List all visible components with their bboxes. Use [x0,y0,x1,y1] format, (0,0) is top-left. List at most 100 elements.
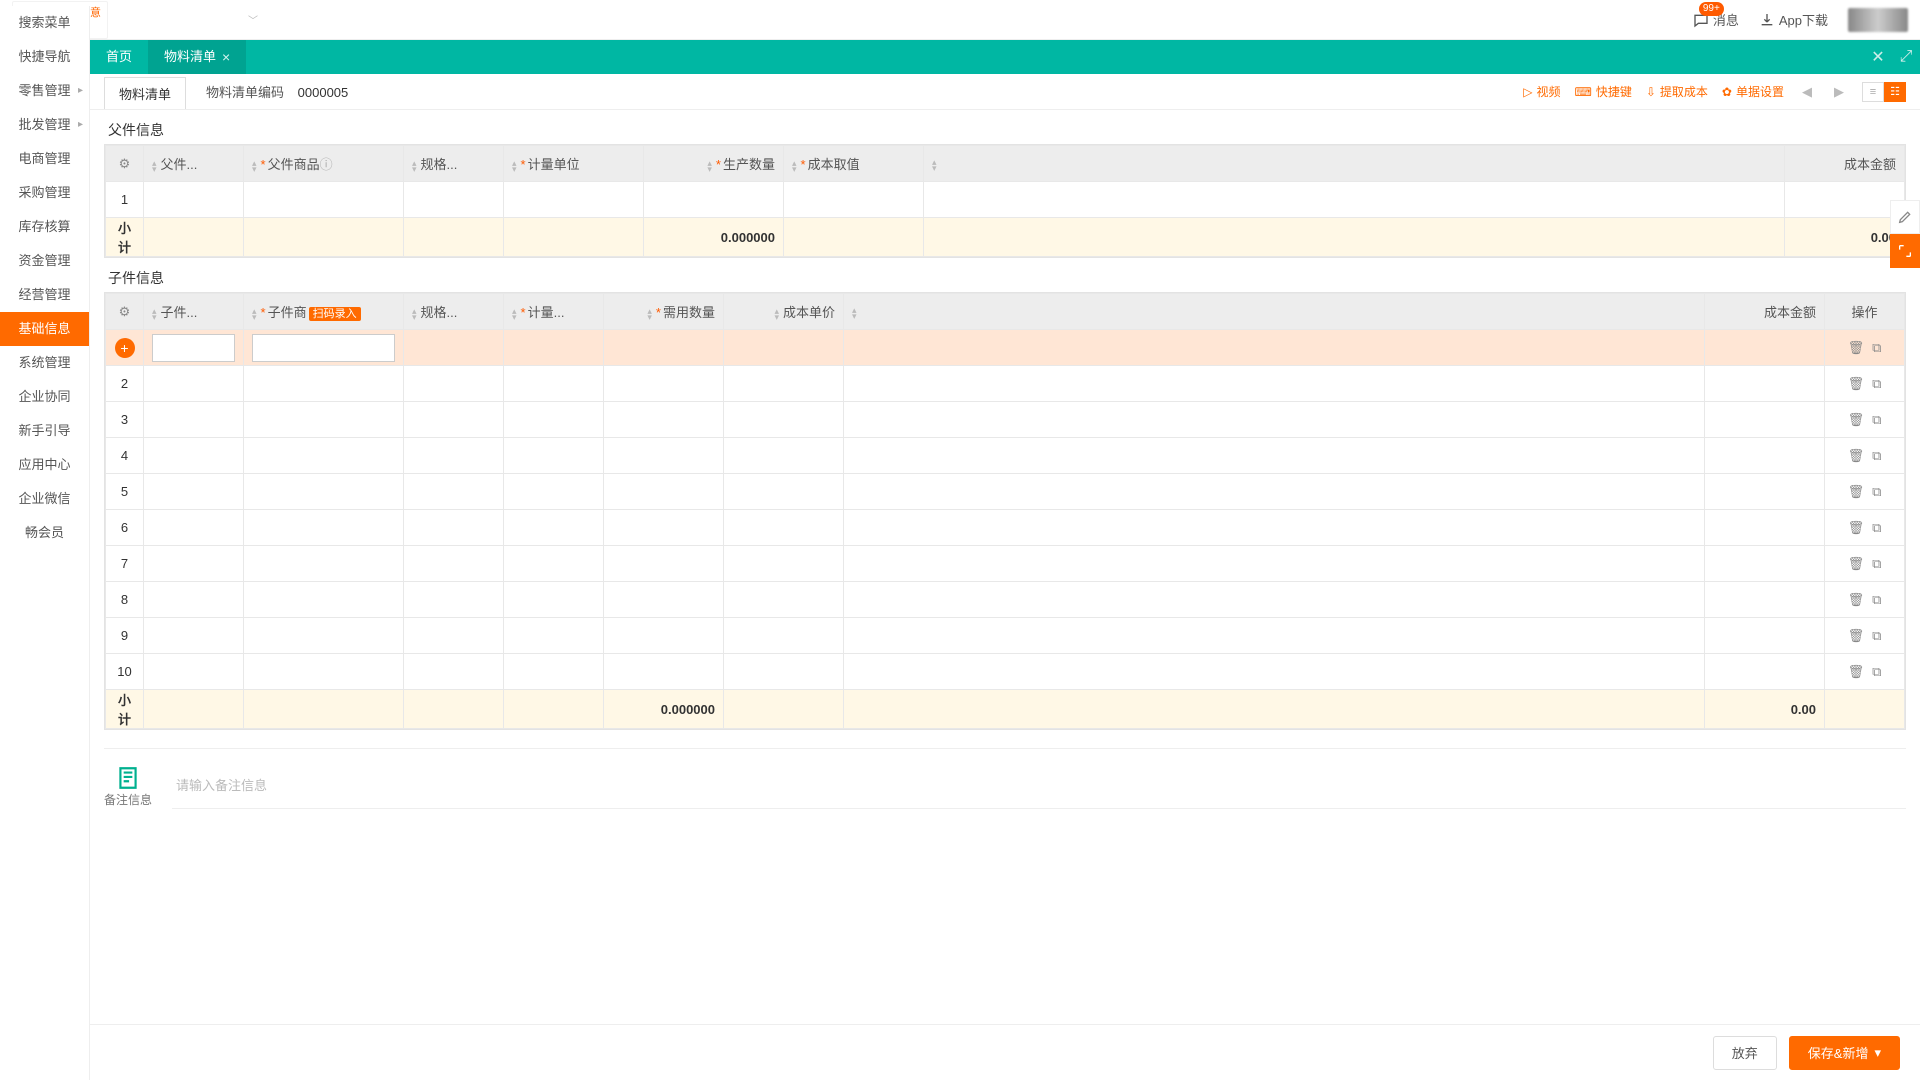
copy-row-icon[interactable]: ⧉ [1872,592,1881,608]
child-row[interactable]: + 🗑 ⧉ [106,330,1905,366]
right-rail [1890,200,1920,268]
tab-fullscreen-button[interactable]: ⤢ [1892,43,1920,71]
sidebar-item-basic[interactable]: 基础信息 [0,312,89,346]
child-col-short[interactable]: 子件... [144,294,244,330]
toolbar-doc-setting[interactable]: ✿单据设置 [1722,83,1784,100]
sidebar-item-ecom[interactable]: 电商管理 [0,142,89,176]
child-col-product[interactable]: *子件商扫码录入 [244,294,404,330]
delete-row-icon[interactable]: 🗑 [1848,376,1865,392]
view-list[interactable]: ≡ [1862,82,1884,102]
nav-next[interactable]: ▶ [1830,84,1848,100]
discard-button[interactable]: 放弃 [1713,1036,1777,1070]
nav-prev[interactable]: ◀ [1798,84,1816,100]
child-row[interactable]: 8🗑⧉ [106,582,1905,618]
child-product-input[interactable] [252,334,395,362]
copy-row-icon[interactable]: ⧉ [1872,340,1881,356]
copy-row-icon[interactable]: ⧉ [1872,628,1881,644]
parent-col-cost-source[interactable]: *成本取值 [784,146,924,182]
sidebar-item-collab[interactable]: 企业协同 [0,380,89,414]
sidebar-item-retail[interactable]: 零售管理 [0,74,89,108]
child-row[interactable]: 2🗑⧉ [106,366,1905,402]
child-row-idx: 6 [106,510,144,546]
child-row-ops: 🗑⧉ [1825,438,1905,474]
child-col-ops: 操作 [1825,294,1905,330]
rail-edit-button[interactable] [1890,200,1920,234]
sidebar-item-wholesale[interactable]: 批发管理 [0,108,89,142]
delete-row-icon[interactable]: 🗑 [1848,556,1865,572]
copy-row-icon[interactable]: ⧉ [1872,520,1881,536]
sidebar-item-search[interactable]: 搜索菜单 [0,6,89,40]
child-col-unit[interactable]: *计量... [504,294,604,330]
toolbar-extract-cost[interactable]: ⇩提取成本 [1646,83,1708,100]
tenant-select[interactable]: ﹀ [128,12,258,27]
toolbar-shortcut[interactable]: ⌨快捷键 [1575,83,1632,100]
sidebar-item-wecom[interactable]: 企业微信 [0,482,89,516]
sidebar-item-quicknav[interactable]: 快捷导航 [0,40,89,74]
delete-row-icon[interactable]: 🗑 [1848,592,1865,608]
sidebar-item-system[interactable]: 系统管理 [0,346,89,380]
parent-col-short[interactable]: 父件... [144,146,244,182]
delete-row-icon[interactable]: 🗑 [1848,412,1865,428]
save-new-button[interactable]: 保存&新增 ▾ [1789,1036,1900,1070]
delete-row-icon[interactable]: 🗑 [1848,340,1865,356]
sidebar-item-inventory[interactable]: 库存核算 [0,210,89,244]
child-short-input[interactable] [152,334,235,362]
child-row[interactable]: 3🗑⧉ [106,402,1905,438]
parent-col-unit[interactable]: *计量单位 [504,146,644,182]
parent-col-cost-amount[interactable]: 成本金额 [1785,146,1905,182]
view-form[interactable]: ☷ [1884,82,1906,102]
tab-close-icon[interactable]: × [222,40,230,74]
child-col-spec[interactable]: 规格... [404,294,504,330]
delete-row-icon[interactable]: 🗑 [1848,448,1865,464]
child-col-need-qty[interactable]: *需用数量 [604,294,724,330]
parent-col-spec[interactable]: 规格... [404,146,504,182]
sidebar-item-member[interactable]: 畅会员 [0,516,89,550]
tab-bom[interactable]: 物料清单 × [148,40,246,74]
doc-tab-title[interactable]: 物料清单 [104,77,186,109]
parent-gear-header[interactable]: ⚙ [106,146,144,182]
delete-row-icon[interactable]: 🗑 [1848,520,1865,536]
delete-row-icon[interactable]: 🗑 [1848,628,1865,644]
child-row[interactable]: 4🗑⧉ [106,438,1905,474]
copy-row-icon[interactable]: ⧉ [1872,376,1881,392]
child-gear-header[interactable]: ⚙ [106,294,144,330]
tab-home-label: 首页 [106,40,132,74]
scan-entry-badge[interactable]: 扫码录入 [309,307,361,321]
delete-row-icon[interactable]: 🗑 [1848,484,1865,500]
copy-row-icon[interactable]: ⧉ [1872,484,1881,500]
tab-home[interactable]: 首页 [90,40,148,74]
child-row[interactable]: 9🗑⧉ [106,618,1905,654]
toolbar-video[interactable]: ▷视频 [1523,83,1560,100]
remark-input[interactable] [172,763,1906,809]
sidebar-item-operate[interactable]: 经营管理 [0,278,89,312]
child-row[interactable]: 6 🗑 ⧉ [106,510,1905,546]
parent-col-qty[interactable]: *生产数量 [644,146,784,182]
child-col-unit-cost[interactable]: 成本单价 [724,294,844,330]
copy-row-icon[interactable]: ⧉ [1872,556,1881,572]
sidebar-item-purchase[interactable]: 采购管理 [0,176,89,210]
user-avatar[interactable] [1848,8,1908,32]
doc-code-label: 物料清单编码 [206,85,284,100]
messages-badge: 99+ [1699,2,1724,16]
child-row[interactable]: 5 🗑 ⧉ [106,474,1905,510]
delete-row-icon[interactable]: 🗑 [1848,664,1865,680]
child-row-idx: 5 [106,474,144,510]
parent-col-product[interactable]: *父件商品ⓘ [244,146,404,182]
child-col-cost-amount[interactable]: 成本金额 [1705,294,1825,330]
child-row[interactable]: 7🗑⧉ [106,546,1905,582]
tab-close-button[interactable]: ✕ [1864,43,1892,71]
copy-row-icon[interactable]: ⧉ [1872,448,1881,464]
app-download-link[interactable]: App下载 [1759,10,1828,29]
sidebar-item-appcenter[interactable]: 应用中心 [0,448,89,482]
add-row-icon[interactable]: + [115,338,135,358]
sidebar-item-guide[interactable]: 新手引导 [0,414,89,448]
messages-link[interactable]: 99+ 消息 [1693,10,1739,29]
rail-expand-button[interactable] [1890,234,1920,268]
content-area: 首页 物料清单 × ✕ ⤢ 物料清单 物料清单编码 0000005 ▷视频 ⌨快… [90,40,1920,1080]
copy-row-icon[interactable]: ⧉ [1872,664,1881,680]
parent-row[interactable]: 1 [106,182,1905,218]
child-row[interactable]: 10🗑⧉ [106,654,1905,690]
sidebar-item-finance[interactable]: 资金管理 [0,244,89,278]
doc-toolbar: ▷视频 ⌨快捷键 ⇩提取成本 ✿单据设置 ◀ ▶ ≡ ☷ [1523,82,1906,102]
copy-row-icon[interactable]: ⧉ [1872,412,1881,428]
